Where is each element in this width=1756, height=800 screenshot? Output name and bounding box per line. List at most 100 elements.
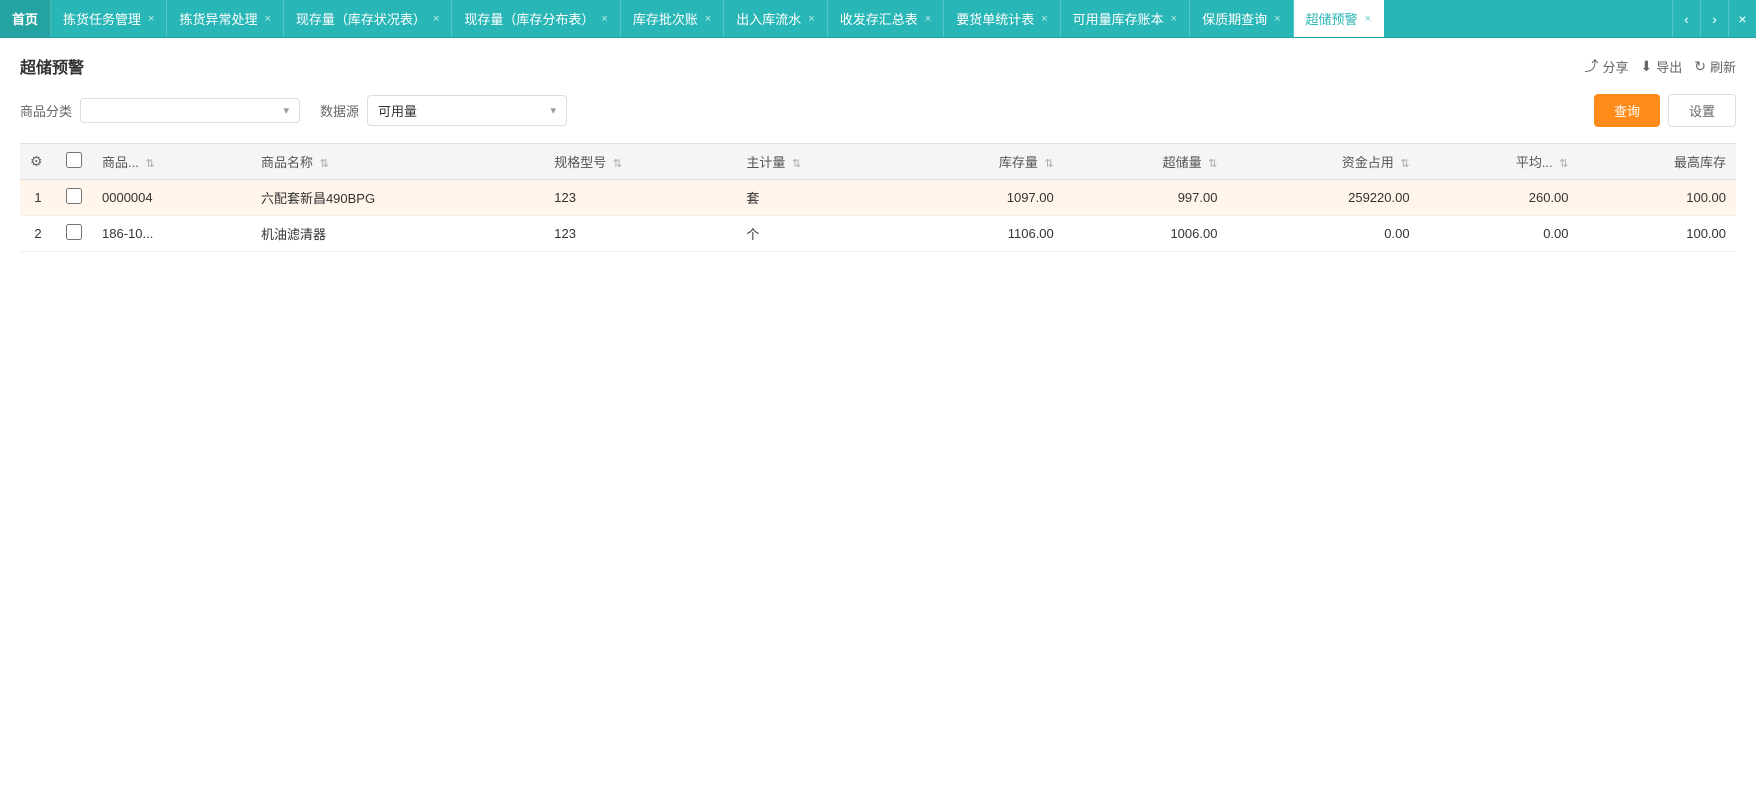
chevron-down-icon: ▾ xyxy=(551,104,557,117)
cell-unit: 个 xyxy=(736,216,900,252)
category-label: 商品分类 xyxy=(20,101,72,120)
sort-icon: ⇅ xyxy=(1208,157,1217,170)
query-button[interactable]: 查询 xyxy=(1594,94,1660,127)
table-row: 2 186-10... 机油滤清器 123 个 1106.00 1006.00 … xyxy=(20,216,1736,252)
cell-avg: 260.00 xyxy=(1420,180,1579,216)
col-header-avg[interactable]: 平均... ⇅ xyxy=(1420,144,1579,180)
row-checkbox-cell xyxy=(56,216,92,252)
category-select[interactable]: ▾ xyxy=(80,98,300,123)
share-icon: ⤴ xyxy=(1584,56,1598,76)
close-icon[interactable]: × xyxy=(1274,13,1280,25)
page-title: 超储预警 xyxy=(20,54,84,78)
nav-item-expiry[interactable]: 保质期查询 × xyxy=(1190,0,1293,38)
nav-item-collect[interactable]: 收发存汇总表 × xyxy=(828,0,944,38)
chevron-down-icon: ▾ xyxy=(283,104,289,117)
cell-spec: 123 xyxy=(544,216,736,252)
sort-icon: ⇅ xyxy=(145,157,154,170)
col-header-stock[interactable]: 库存量 ⇅ xyxy=(900,144,1064,180)
nav-more-arrow[interactable]: × xyxy=(1728,0,1756,38)
nav-arrows: ‹ › × xyxy=(1672,0,1756,38)
sort-icon: ⇅ xyxy=(792,157,801,170)
row-checkbox[interactable] xyxy=(66,224,82,240)
cell-max-stock: 100.00 xyxy=(1579,180,1737,216)
table-header-row: ⚙ 商品... ⇅ 商品名称 ⇅ 规格型号 ⇅ 主计量 xyxy=(20,144,1736,180)
datasource-filter: 数据源 可用量 ▾ xyxy=(320,95,567,126)
close-icon[interactable]: × xyxy=(601,13,607,25)
nav-item-exception[interactable]: 拣货异常处理 × xyxy=(167,0,283,38)
page-content: 超储预警 ⤴ 分享 ⬇ 导出 ↻ 刷新 商品分类 ▾ 数据源 xyxy=(0,38,1756,800)
sort-icon: ⇅ xyxy=(1045,157,1054,170)
col-header-product-name[interactable]: 商品名称 ⇅ xyxy=(251,144,544,180)
cell-capital: 259220.00 xyxy=(1227,180,1419,216)
nav-item-overstock[interactable]: 超储预警 × xyxy=(1294,0,1384,38)
close-icon[interactable]: × xyxy=(1171,13,1177,25)
cell-spec: 123 xyxy=(544,180,736,216)
cell-max-stock: 100.00 xyxy=(1579,216,1737,252)
cell-product-name: 机油滤清器 xyxy=(251,216,544,252)
category-filter: 商品分类 ▾ xyxy=(20,98,300,123)
settings-button[interactable]: 设置 xyxy=(1668,94,1736,127)
select-all-checkbox[interactable] xyxy=(66,152,82,168)
data-table: ⚙ 商品... ⇅ 商品名称 ⇅ 规格型号 ⇅ 主计量 xyxy=(20,143,1736,252)
close-icon[interactable]: × xyxy=(1365,13,1371,25)
close-icon[interactable]: × xyxy=(808,13,814,25)
datasource-select[interactable]: 可用量 ▾ xyxy=(367,95,567,126)
cell-product-name: 六配套新昌490BPG xyxy=(251,180,544,216)
cell-overstock: 997.00 xyxy=(1064,180,1228,216)
nav-item-task-mgmt[interactable]: 拣货任务管理 × xyxy=(51,0,167,38)
col-settings: ⚙ xyxy=(20,144,56,180)
nav-prev-arrow[interactable]: ‹ xyxy=(1672,0,1700,38)
col-header-spec[interactable]: 规格型号 ⇅ xyxy=(544,144,736,180)
sort-icon: ⇅ xyxy=(1559,157,1568,170)
nav-item-available[interactable]: 可用量库存账本 × xyxy=(1061,0,1190,38)
row-checkbox-cell xyxy=(56,180,92,216)
share-button[interactable]: ⤴ 分享 xyxy=(1584,56,1628,76)
cell-product-code: 0000004 xyxy=(92,180,251,216)
datasource-select-text: 可用量 xyxy=(378,101,417,120)
close-icon[interactable]: × xyxy=(705,13,711,25)
nav-item-home[interactable]: 首页 xyxy=(0,0,51,38)
header-actions: ⤴ 分享 ⬇ 导出 ↻ 刷新 xyxy=(1584,56,1736,76)
page-header: 超储预警 ⤴ 分享 ⬇ 导出 ↻ 刷新 xyxy=(20,54,1736,78)
col-header-product-code[interactable]: 商品... ⇅ xyxy=(92,144,251,180)
cell-avg: 0.00 xyxy=(1420,216,1579,252)
row-checkbox[interactable] xyxy=(66,188,82,204)
sort-icon: ⇅ xyxy=(613,157,622,170)
nav-item-stock-dist[interactable]: 现存量（库存分布表） × xyxy=(452,0,620,38)
col-checkbox xyxy=(56,144,92,180)
close-icon[interactable]: × xyxy=(433,13,439,25)
refresh-button[interactable]: ↻ 刷新 xyxy=(1694,57,1736,76)
export-button[interactable]: ⬇ 导出 xyxy=(1641,57,1683,76)
sort-icon: ⇅ xyxy=(1400,157,1409,170)
cell-unit: 套 xyxy=(736,180,900,216)
col-header-overstock[interactable]: 超储量 ⇅ xyxy=(1064,144,1228,180)
datasource-label: 数据源 xyxy=(320,101,359,120)
settings-icon[interactable]: ⚙ xyxy=(30,153,43,169)
col-header-capital[interactable]: 资金占用 ⇅ xyxy=(1227,144,1419,180)
filter-buttons: 查询 设置 xyxy=(1594,94,1736,127)
nav-bar: 首页 拣货任务管理 × 拣货异常处理 × 现存量（库存状况表） × 现存量（库存… xyxy=(0,0,1756,38)
cell-product-code: 186-10... xyxy=(92,216,251,252)
nav-next-arrow[interactable]: › xyxy=(1700,0,1728,38)
table-row: 1 0000004 六配套新昌490BPG 123 套 1097.00 997.… xyxy=(20,180,1736,216)
nav-item-inout[interactable]: 出入库流水 × xyxy=(724,0,827,38)
sort-icon: ⇅ xyxy=(320,157,329,170)
cell-overstock: 1006.00 xyxy=(1064,216,1228,252)
row-num: 1 xyxy=(20,180,56,216)
cell-stock: 1106.00 xyxy=(900,216,1064,252)
cell-stock: 1097.00 xyxy=(900,180,1064,216)
filter-row: 商品分类 ▾ 数据源 可用量 ▾ 查询 设置 xyxy=(20,94,1736,127)
close-icon[interactable]: × xyxy=(1041,13,1047,25)
nav-item-batch[interactable]: 库存批次账 × xyxy=(621,0,724,38)
row-num: 2 xyxy=(20,216,56,252)
nav-item-stock-status[interactable]: 现存量（库存状况表） × xyxy=(284,0,452,38)
refresh-icon: ↻ xyxy=(1694,58,1706,75)
close-icon[interactable]: × xyxy=(148,13,154,25)
col-header-unit[interactable]: 主计量 ⇅ xyxy=(736,144,900,180)
col-header-max-stock[interactable]: 最高库存 xyxy=(1579,144,1737,180)
close-icon[interactable]: × xyxy=(264,13,270,25)
cell-capital: 0.00 xyxy=(1227,216,1419,252)
export-icon: ⬇ xyxy=(1641,58,1653,75)
close-icon[interactable]: × xyxy=(925,13,931,25)
nav-item-order-stats[interactable]: 要货单统计表 × xyxy=(944,0,1060,38)
